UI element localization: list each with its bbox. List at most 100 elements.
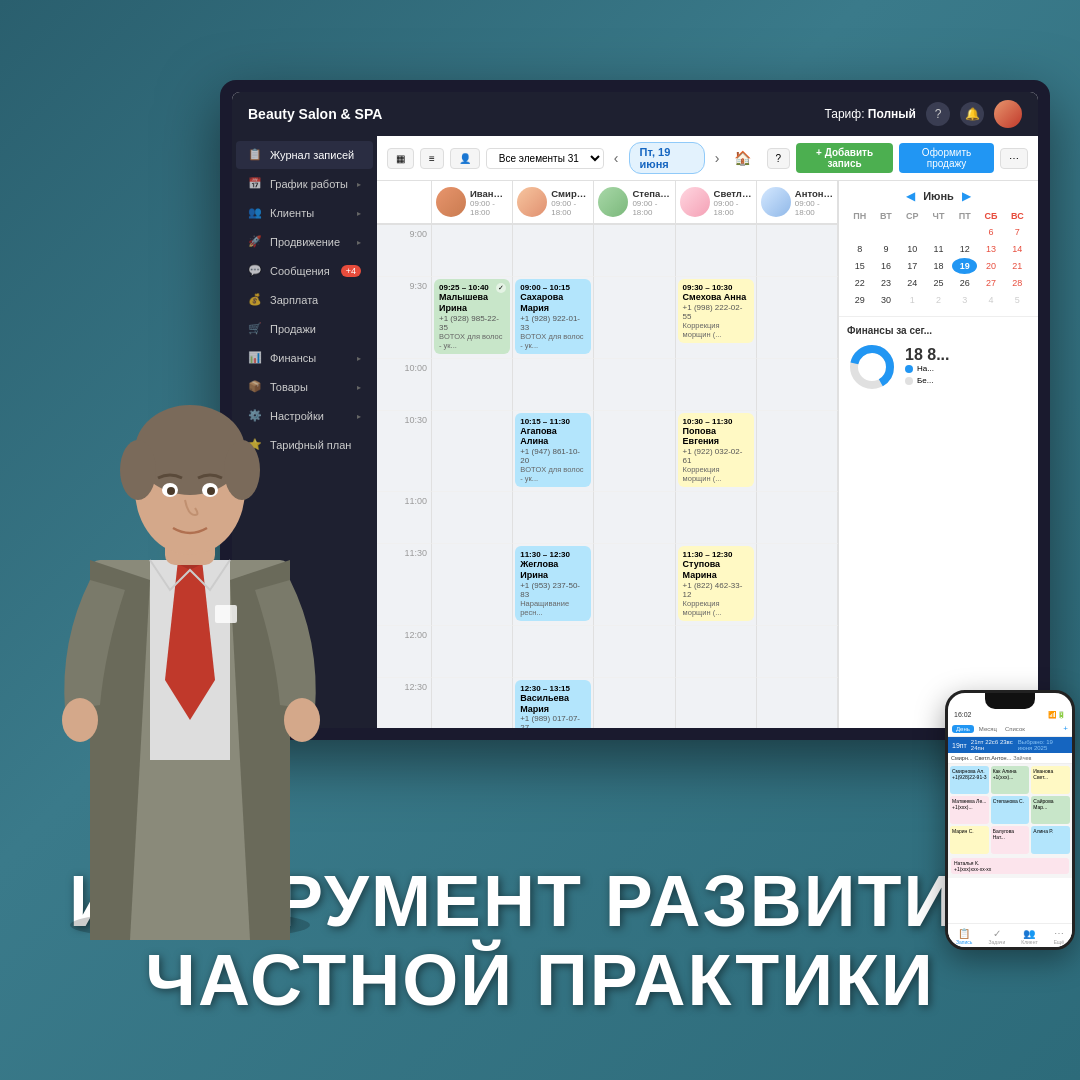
slot-4-930[interactable]: 09:30 – 10:30 Смехова Анна +1 (998) 222-…	[676, 277, 757, 359]
filter-select[interactable]: Все элементы 31	[486, 148, 604, 169]
slot-5-930[interactable]	[757, 277, 838, 359]
view-staff-button[interactable]: 👤	[450, 148, 480, 169]
sidebar-item-schedule[interactable]: 📅 График работы ▸	[236, 170, 373, 198]
phone-nav-tasks[interactable]: ✓ Задачи	[988, 928, 1005, 945]
slot-5-9[interactable]	[757, 225, 838, 277]
slot-4-1130[interactable]: 11:30 – 12:30 Ступова Марина +1 (822) 46…	[676, 544, 757, 626]
cal-day-next3[interactable]: 3	[952, 292, 977, 308]
phone-apt-6[interactable]: Сайрова Мар...	[1031, 796, 1070, 824]
apt-agapova[interactable]: 10:15 – 11:30 Агапова Алина +1 (947) 861…	[515, 413, 591, 488]
today-button[interactable]: 🏠	[730, 148, 755, 168]
cal-day-next4[interactable]: 4	[978, 292, 1003, 308]
sidebar-item-promo[interactable]: 🚀 Продвижение ▸	[236, 228, 373, 256]
phone-apt-natalia[interactable]: Наталья К. +1(xxx)xxx-xx-xx	[951, 858, 1069, 874]
cal-day-7[interactable]: 7	[1005, 224, 1030, 240]
cal-day-28[interactable]: 28	[1005, 275, 1030, 291]
apt-popova[interactable]: 10:30 – 11:30 Попова Евгения +1 (922) 03…	[678, 413, 754, 488]
slot-2-1030[interactable]: 10:15 – 11:30 Агапова Алина +1 (947) 861…	[513, 411, 594, 493]
notification-icon[interactable]: 🔔	[960, 102, 984, 126]
slot-5-1230[interactable]	[757, 678, 838, 728]
slot-4-1000[interactable]	[676, 359, 757, 411]
sidebar-item-messages[interactable]: 💬 Сообщения +4	[236, 257, 373, 285]
cal-day-29[interactable]: 29	[847, 292, 872, 308]
slot-3-1030[interactable]	[594, 411, 675, 493]
slot-2-9[interactable]	[513, 225, 594, 277]
phone-nav-clients[interactable]: 👥 Клиент	[1021, 928, 1037, 945]
cal-day-8[interactable]: 8	[847, 241, 872, 257]
slot-1-1030[interactable]	[432, 411, 513, 493]
cal-day-9[interactable]: 9	[873, 241, 898, 257]
phone-apt-4[interactable]: Матвеева Ле... +1(xxx)...	[950, 796, 989, 824]
apt-sakhарова[interactable]: 09:00 – 10:15 Сахарова Мария +1 (928) 92…	[515, 279, 591, 354]
slot-2-1130[interactable]: 11:30 – 12:30 Жеглова Ирина +1 (953) 237…	[513, 544, 594, 626]
cal-day-24[interactable]: 24	[900, 275, 925, 291]
apt-vasilieva[interactable]: 12:30 – 13:15 Васильева Мария +1 (989) 0…	[515, 680, 591, 728]
cal-day-30[interactable]: 30	[873, 292, 898, 308]
slot-5-1030[interactable]	[757, 411, 838, 493]
slot-4-1200[interactable]	[676, 626, 757, 678]
cal-day-19-today[interactable]: 19	[952, 258, 977, 274]
slot-2-1200[interactable]	[513, 626, 594, 678]
slot-4-9[interactable]	[676, 225, 757, 277]
phone-apt-5[interactable]: Степанова С.	[991, 796, 1030, 824]
view-day-button[interactable]: ▦	[387, 148, 414, 169]
slot-1-9[interactable]	[432, 225, 513, 277]
help-icon[interactable]: ?	[926, 102, 950, 126]
phone-apt-1[interactable]: Смирнова Ал. +1(928)22-91-3	[950, 766, 989, 794]
slot-4-1030[interactable]: 10:30 – 11:30 Попова Евгения +1 (922) 03…	[676, 411, 757, 493]
phone-apt-8[interactable]: Балугова Нат...	[991, 826, 1030, 854]
phone-list-tab[interactable]: Список	[1002, 725, 1028, 733]
apt-malisheva[interactable]: 09:25 – 10:40 Малышева Ирина +1 (928) 98…	[434, 279, 510, 354]
cal-day-27[interactable]: 27	[978, 275, 1003, 291]
slot-1-1230[interactable]	[432, 678, 513, 728]
cal-day-13[interactable]: 13	[978, 241, 1003, 257]
slot-2-1230[interactable]: 12:30 – 13:15 Васильева Мария +1 (989) 0…	[513, 678, 594, 728]
cal-day-11[interactable]: 11	[926, 241, 951, 257]
next-month-button[interactable]: ▶	[962, 189, 971, 203]
sidebar-item-clients[interactable]: 👥 Клиенты ▸	[236, 199, 373, 227]
slot-3-1200[interactable]	[594, 626, 675, 678]
next-date-button[interactable]: ›	[711, 148, 724, 168]
cal-day-21[interactable]: 21	[1005, 258, 1030, 274]
phone-apt-7[interactable]: Марин С.	[950, 826, 989, 854]
cal-day-6[interactable]: 6	[978, 224, 1003, 240]
phone-month-tab[interactable]: Месяц	[976, 725, 1000, 733]
cal-day-26[interactable]: 26	[952, 275, 977, 291]
sidebar-item-journal[interactable]: 📋 Журнал записей	[236, 141, 373, 169]
cal-day-22[interactable]: 22	[847, 275, 872, 291]
more-button[interactable]: ⋯	[1000, 148, 1028, 169]
slot-5-1130[interactable]	[757, 544, 838, 626]
slot-5-1000[interactable]	[757, 359, 838, 411]
slot-1-1100[interactable]	[432, 492, 513, 544]
slot-2-1000[interactable]	[513, 359, 594, 411]
slot-1-1130[interactable]	[432, 544, 513, 626]
slot-2-930[interactable]: 09:00 – 10:15 Сахарова Мария +1 (928) 92…	[513, 277, 594, 359]
user-avatar[interactable]	[994, 100, 1022, 128]
slot-4-1100[interactable]	[676, 492, 757, 544]
slot-1-1000[interactable]	[432, 359, 513, 411]
make-sale-button[interactable]: Оформить продажу	[899, 143, 994, 173]
slot-3-930[interactable]	[594, 277, 675, 359]
sidebar-item-sales[interactable]: 🛒 Продажи	[236, 315, 373, 343]
slot-5-1200[interactable]	[757, 626, 838, 678]
cal-day-next5[interactable]: 5	[1005, 292, 1030, 308]
slot-1-1200[interactable]	[432, 626, 513, 678]
cal-day-18[interactable]: 18	[926, 258, 951, 274]
apt-smekhova[interactable]: 09:30 – 10:30 Смехова Анна +1 (998) 222-…	[678, 279, 754, 343]
slot-2-1100[interactable]	[513, 492, 594, 544]
view-list-button[interactable]: ≡	[420, 148, 444, 169]
prev-month-button[interactable]: ◀	[906, 189, 915, 203]
phone-apt-2[interactable]: Как Алина +1(xxx)...	[991, 766, 1030, 794]
phone-nav-journal[interactable]: 📋 Запись	[956, 928, 972, 945]
slot-3-1130[interactable]	[594, 544, 675, 626]
cal-day-next2[interactable]: 2	[926, 292, 951, 308]
slot-3-9[interactable]	[594, 225, 675, 277]
phone-apt-3[interactable]: Иванова Свет...	[1031, 766, 1070, 794]
cal-day-12[interactable]: 12	[952, 241, 977, 257]
apt-stupova[interactable]: 11:30 – 12:30 Ступова Марина +1 (822) 46…	[678, 546, 754, 621]
slot-1-930[interactable]: 09:25 – 10:40 Малышева Ирина +1 (928) 98…	[432, 277, 513, 359]
phone-nav-more[interactable]: ⋯ Ещё	[1054, 928, 1064, 945]
cal-day-23[interactable]: 23	[873, 275, 898, 291]
sidebar-item-salary[interactable]: 💰 Зарплата	[236, 286, 373, 314]
cal-day-25[interactable]: 25	[926, 275, 951, 291]
